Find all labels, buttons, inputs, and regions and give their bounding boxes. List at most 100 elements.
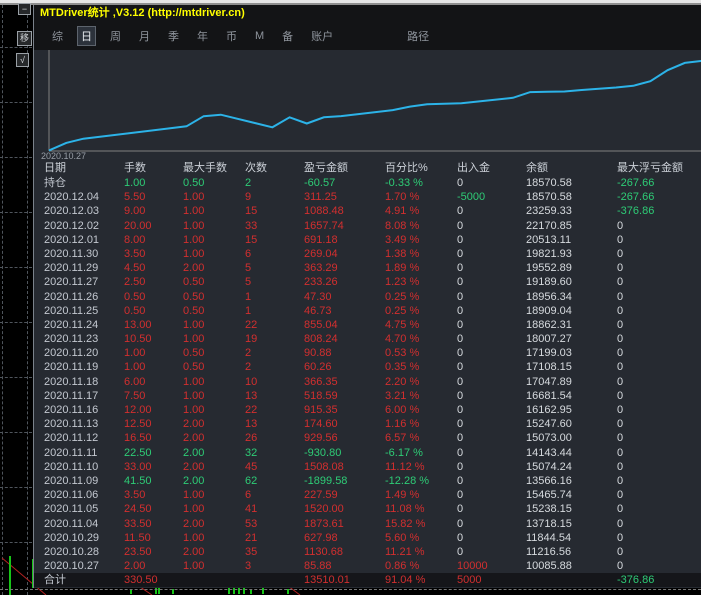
cell: -376.86 (617, 205, 655, 218)
tab-路径[interactable]: 路径 (404, 27, 432, 45)
cell: 0 (457, 375, 464, 388)
cell: 691.18 (304, 233, 338, 246)
cell: 1.00 (183, 404, 205, 416)
cell: 0 (617, 545, 624, 558)
cell: -0.33 % (385, 177, 423, 189)
cell: -930.80 (304, 446, 342, 459)
tab-账户[interactable]: 账户 (308, 27, 336, 45)
cell: 6 (245, 489, 252, 502)
cell: 18909.04 (526, 304, 572, 317)
cell: 0 (617, 276, 624, 289)
cell: 0 (457, 517, 464, 530)
tab-月[interactable]: 月 (136, 27, 153, 45)
cell: 45 (245, 460, 258, 473)
cell: 0.50 (183, 304, 205, 317)
cell: 3 (245, 560, 252, 573)
mt4-candle-bar (130, 590, 132, 594)
tab-日[interactable]: 日 (77, 26, 96, 46)
cell: 0.50 (183, 177, 205, 189)
cell: 0 (457, 432, 464, 445)
table-row: 2020.11.19 1.00 0.50 2 60.26 0.35 % 0 17108.15 0 (34, 360, 701, 374)
cell: 330.50 (124, 574, 158, 587)
cell: 2.00 (183, 517, 205, 530)
cell: 2020.11.06 (44, 489, 99, 502)
table-row: 2020.11.29 4.50 2.00 5 363.29 1.89 % 0 19552.89… (34, 261, 701, 275)
cell: 1.00 (183, 489, 205, 502)
cell: 2020.11.29 (44, 262, 99, 275)
cell: 2020.11.24 (44, 318, 99, 331)
cell: 1.00 (183, 375, 205, 388)
cell: 0 (617, 489, 624, 502)
cell: 47.30 (304, 290, 332, 303)
tab-季[interactable]: 季 (165, 27, 182, 45)
cell: -376.86 (617, 574, 655, 587)
cell: 2020.10.29 (44, 531, 100, 544)
cell: 0 (617, 560, 624, 573)
cell: -1899.58 (304, 474, 348, 487)
cell: 0 (457, 304, 464, 317)
tab-币[interactable]: 币 (223, 27, 240, 45)
cell: 0 (617, 446, 624, 459)
cell: 2020.11.09 (44, 474, 99, 487)
daily-stats-table: 日期 手数 最大手数 次数 盈亏金额 百分比% 出入金 余额 最大浮亏金额 持仓 1.00 0.50 2… (34, 161, 701, 588)
cell: 233.26 (304, 276, 338, 289)
cell: 1508.08 (304, 460, 344, 473)
cell: 808.24 (304, 333, 338, 346)
cell: 2.00 (183, 460, 205, 473)
table-row: 2020.12.04 5.50 1.00 9 311.25 1.70 % -5000 1857… (34, 190, 701, 204)
cell: 2020.10.27 (44, 560, 100, 573)
cell: 1.00 (183, 318, 205, 331)
move-button[interactable]: 移 (17, 31, 32, 46)
cell: 2020.11.11 (44, 446, 98, 459)
cell: 227.59 (304, 489, 338, 502)
cell: 1.00 (124, 361, 146, 374)
cell: 0.86 % (385, 560, 420, 573)
cell: 363.29 (304, 262, 338, 275)
tab-M[interactable]: M (252, 29, 267, 43)
cell: 0.50 (183, 361, 205, 374)
cell: 22 (245, 318, 258, 331)
cell: 4.91 % (385, 205, 420, 218)
cell (183, 573, 245, 587)
tab-年[interactable]: 年 (194, 27, 211, 45)
cell: 2020.12.04 (44, 191, 100, 204)
cell: 0 (617, 219, 624, 232)
panel-title-bar[interactable]: MTDriver统计 ,V3.12 (http://mtdriver.cn) (34, 5, 701, 22)
tab-综[interactable]: 综 (49, 27, 66, 45)
cell: 0 (457, 262, 464, 275)
cell: 13510.01 (304, 574, 350, 587)
cell: 13 (245, 389, 258, 402)
minimize-button[interactable]: − (18, 3, 31, 15)
cell: 12.00 (124, 404, 152, 416)
cell: 2020.11.27 (44, 276, 99, 289)
cell: 2020.10.28 (44, 545, 100, 558)
cell: 2.00 (124, 560, 146, 573)
cell: 0 (617, 389, 624, 402)
cell: 9 (245, 191, 252, 204)
cell: 0.25 % (385, 290, 420, 303)
cell: 90.88 (304, 347, 332, 360)
cell: 2020.11.04 (44, 517, 99, 530)
cell: 0 (457, 177, 464, 189)
cell: 5.50 (124, 191, 146, 204)
cell: 2020.11.12 (44, 432, 99, 445)
cell: 13.00 (124, 318, 152, 331)
cell: 1.00 (183, 247, 205, 260)
cell: 3.21 % (385, 389, 420, 402)
tab-周[interactable]: 周 (107, 27, 124, 45)
cell: 0 (617, 404, 624, 416)
cell: 2.00 (183, 545, 205, 558)
cell: 11.12 % (385, 460, 425, 473)
table-row: 2020.11.23 10.50 1.00 19 808.24 4.70 % 0 18007.… (34, 332, 701, 346)
cell: 1.00 (183, 389, 205, 402)
table-row: 2020.11.06 3.50 1.00 6 227.59 1.49 % 0 15465.74… (34, 488, 701, 502)
cell: 0 (617, 233, 624, 246)
cell: 18570.58 (526, 191, 572, 204)
cell: 5.60 % (385, 531, 420, 544)
cell: 2.00 (183, 432, 205, 445)
table-row: 2020.11.24 13.00 1.00 22 855.04 4.75 % 0 18862.… (34, 318, 701, 332)
cell: 0.53 % (385, 347, 420, 360)
table-row: 2020.12.03 9.00 1.00 15 1088.48 4.91 % 0 23259.… (34, 204, 701, 218)
confirm-button[interactable]: √ (16, 53, 29, 67)
tab-备[interactable]: 备 (279, 27, 296, 45)
